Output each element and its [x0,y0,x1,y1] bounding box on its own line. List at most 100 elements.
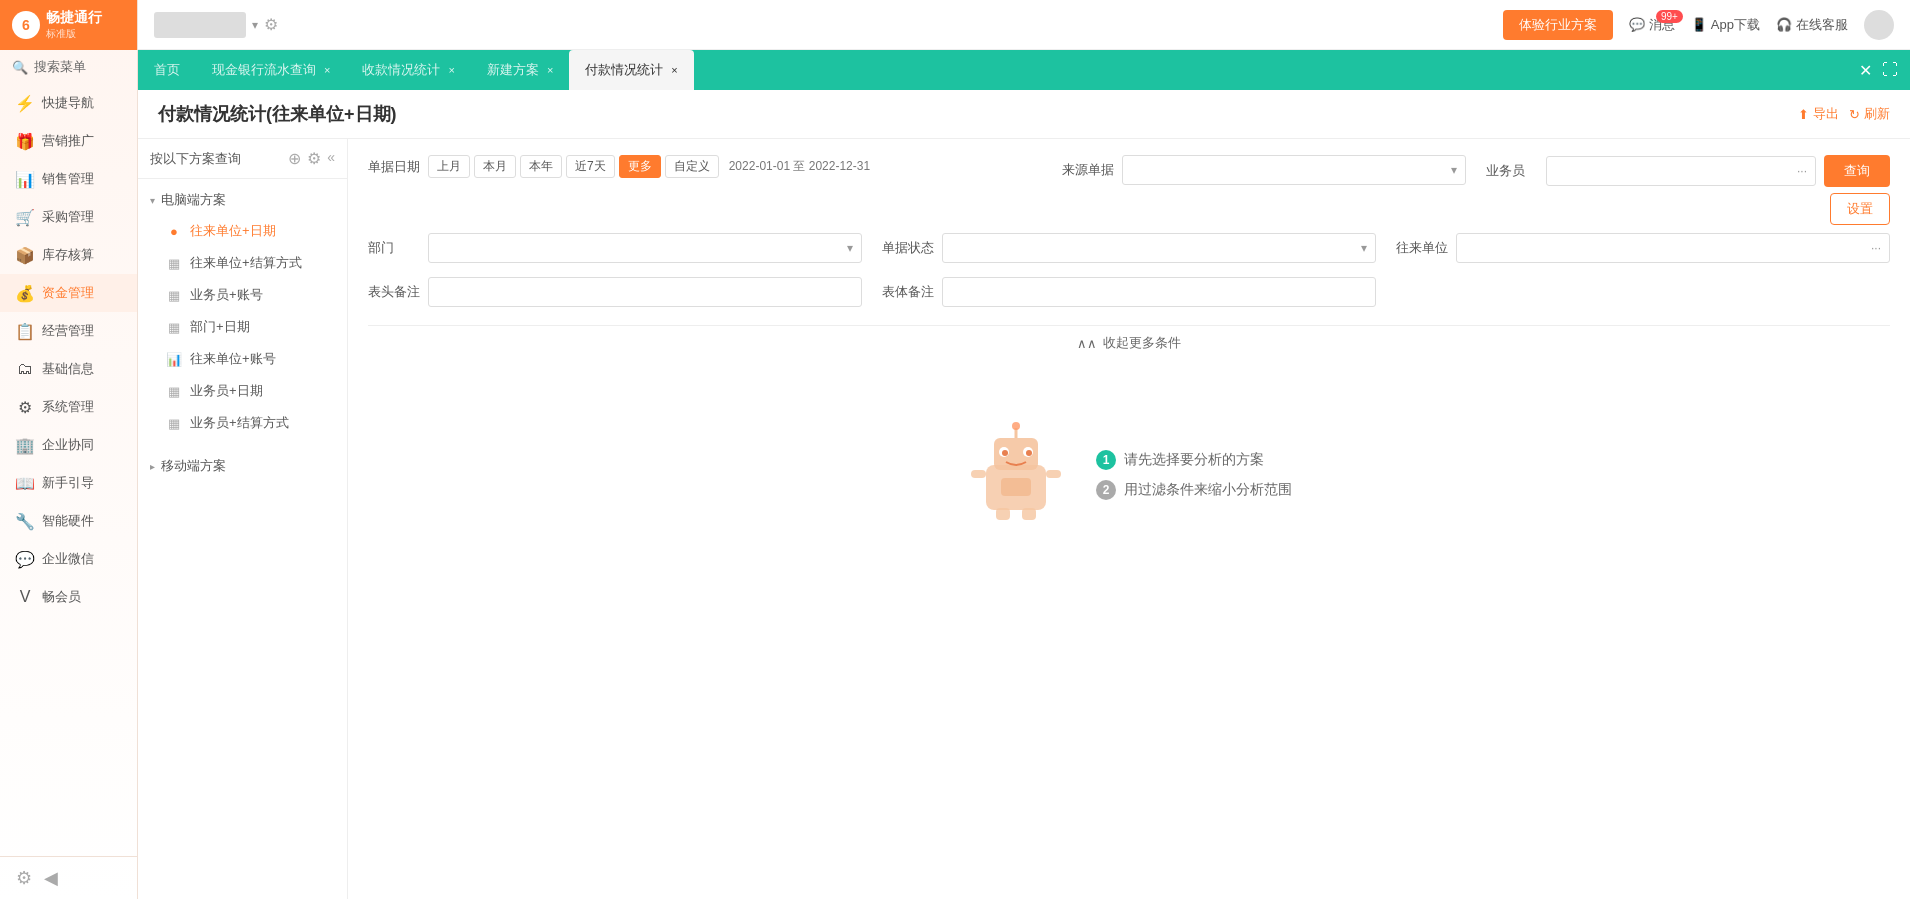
header-actions: 体验行业方案 💬 消息 99+ 📱 App下载 🎧 在线客服 [1503,10,1894,40]
scheme-item-partner-date[interactable]: ●往来单位+日期 [138,215,347,247]
date-btn-last-7[interactable]: 近7天 [566,155,615,178]
scheme-panel-header: 按以下方案查询 ⊕ ⚙ « [138,139,347,179]
sidebar-item-enterprise[interactable]: 🏢企业协同 [0,426,137,464]
quick-nav-icon: ⚡ [16,94,34,112]
sidebar-item-guide[interactable]: 📖新手引导 [0,464,137,502]
staff-select[interactable]: ··· [1546,156,1816,186]
hint-num-1: 1 [1096,450,1116,470]
settings-gear-icon[interactable]: ⚙ [264,15,278,34]
sidebar-item-marketing[interactable]: 🎁营销推广 [0,122,137,160]
tab-new-scheme[interactable]: 新建方案× [471,50,569,90]
body-note-input[interactable] [942,277,1376,307]
sidebar-item-purchase[interactable]: 🛒采购管理 [0,198,137,236]
trial-btn[interactable]: 体验行业方案 [1503,10,1613,40]
app-download-btn[interactable]: 📱 App下载 [1691,16,1760,34]
scheme-item-staff-account[interactable]: ▦业务员+账号 [138,279,347,311]
date-btn-custom[interactable]: 自定义 [665,155,719,178]
sidebar-item-sales[interactable]: 📊销售管理 [0,160,137,198]
collapse-conditions-btn[interactable]: ∧∧ 收起更多条件 [368,325,1890,360]
capital-icon: 💰 [16,284,34,302]
tab-payments[interactable]: 付款情况统计× [569,50,693,90]
scheme-item-icon-dept-date: ▦ [166,319,182,335]
header-note-field: 表头备注 [368,277,862,307]
dept-select[interactable]: ▾ [428,233,862,263]
svg-rect-9 [1046,470,1061,478]
partner-select[interactable]: ··· [1456,233,1890,263]
search-icon: 🔍 [12,60,28,75]
filter-panel: 单据日期 上月本月本年近7天更多自定义 2022-01-01 至 2022-12… [348,139,1910,899]
date-btn-this-year[interactable]: 本年 [520,155,562,178]
scheme-item-dept-date[interactable]: ▦部门+日期 [138,311,347,343]
sidebar-bottom: ⚙ ◀ [0,856,137,899]
export-icon: ⬆ [1798,107,1809,122]
sidebar-item-quick-nav[interactable]: ⚡快捷导航 [0,84,137,122]
dept-select-arrow: ▾ [847,241,853,255]
scheme-group-header-mobile[interactable]: ▸移动端方案 [138,451,347,481]
messages-badge: 99+ [1656,10,1683,23]
settings-bottom-icon[interactable]: ⚙ [16,867,32,889]
member-icon: V [16,588,34,606]
tab-close-new-scheme[interactable]: × [547,64,553,76]
headset-icon: 🎧 [1776,17,1792,32]
scheme-item-partner-settle[interactable]: ▦往来单位+结算方式 [138,247,347,279]
search-label: 搜索菜单 [34,58,86,76]
scheme-settings-icon[interactable]: ⚙ [307,149,321,168]
online-service-btn[interactable]: 🎧 在线客服 [1776,16,1848,34]
header-note-input[interactable] [428,277,862,307]
phone-icon: 📱 [1691,17,1707,32]
date-btn-last-month[interactable]: 上月 [428,155,470,178]
tab-close-receipts[interactable]: × [448,64,454,76]
tab-cashflow[interactable]: 现金银行流水查询 × [196,50,346,90]
tab-close-cashflow[interactable]: × [324,64,330,76]
tab-bar: 首页现金银行流水查询×收款情况统计×新建方案×付款情况统计× ✕ ⛶ [138,50,1910,90]
query-btn[interactable]: 查询 [1824,155,1890,187]
sidebar-item-member[interactable]: V畅会员 [0,578,137,616]
export-btn[interactable]: ⬆ 导出 [1798,105,1839,123]
body-note-field: 表体备注 [882,277,1376,307]
hint-2: 2 用过滤条件来缩小分析范围 [1096,480,1292,500]
scheme-group-header-desktop[interactable]: ▾电脑端方案 [138,185,347,215]
system-icon: ⚙ [16,398,34,416]
sidebar-item-basic[interactable]: 🗂基础信息 [0,350,137,388]
dept-label: 部门 [368,239,420,257]
scheme-group-mobile: ▸移动端方案 [138,445,347,487]
scheme-item-partner-account[interactable]: 📊往来单位+账号 [138,343,347,375]
tab-close-payments[interactable]: × [671,64,677,76]
sidebar-item-system[interactable]: ⚙系统管理 [0,388,137,426]
refresh-label: 刷新 [1864,105,1890,123]
breadcrumb-arrow: ▾ [252,18,258,32]
inventory-label: 库存核算 [42,246,94,264]
tab-close-all-icon[interactable]: ✕ [1859,61,1872,80]
search-menu[interactable]: 🔍 搜索菜单 [0,50,137,84]
refresh-btn[interactable]: ↻ 刷新 [1849,105,1890,123]
status-select[interactable]: ▾ [942,233,1376,263]
tab-home[interactable]: 首页 [138,50,196,90]
collapse-sidebar-icon[interactable]: ◀ [44,867,58,889]
capital-label: 资金管理 [42,284,94,302]
tab-expand-icon[interactable]: ⛶ [1882,61,1898,79]
enterprise-label: 企业协同 [42,436,94,454]
header-note-label: 表头备注 [368,283,420,301]
scheme-item-staff-settle[interactable]: ▦业务员+结算方式 [138,407,347,439]
scheme-collapse-icon[interactable]: « [327,149,335,168]
date-btn-more[interactable]: 更多 [619,155,661,178]
add-scheme-icon[interactable]: ⊕ [288,149,301,168]
sales-label: 销售管理 [42,170,94,188]
settings-btn[interactable]: 设置 [1830,193,1890,225]
sidebar-item-wechat[interactable]: 💬企业微信 [0,540,137,578]
operation-label: 经营管理 [42,322,94,340]
hardware-icon: 🔧 [16,512,34,530]
sidebar-item-hardware[interactable]: 🔧智能硬件 [0,502,137,540]
scheme-item-label-staff-account: 业务员+账号 [190,286,263,304]
sidebar-item-inventory[interactable]: 📦库存核算 [0,236,137,274]
scheme-item-staff-date[interactable]: ▦业务员+日期 [138,375,347,407]
scheme-groups: ▾电脑端方案●往来单位+日期▦往来单位+结算方式▦业务员+账号▦部门+日期📊往来… [138,179,347,487]
messages-btn[interactable]: 💬 消息 99+ [1629,16,1675,34]
source-select[interactable]: ▾ [1122,155,1466,185]
date-btn-this-month[interactable]: 本月 [474,155,516,178]
tab-label-cashflow: 现金银行流水查询 [212,61,316,79]
sidebar-item-capital[interactable]: 💰 资金管理 [0,274,137,312]
sidebar-item-operation[interactable]: 📋经营管理 [0,312,137,350]
user-avatar[interactable] [1864,10,1894,40]
tab-receipts[interactable]: 收款情况统计× [346,50,470,90]
